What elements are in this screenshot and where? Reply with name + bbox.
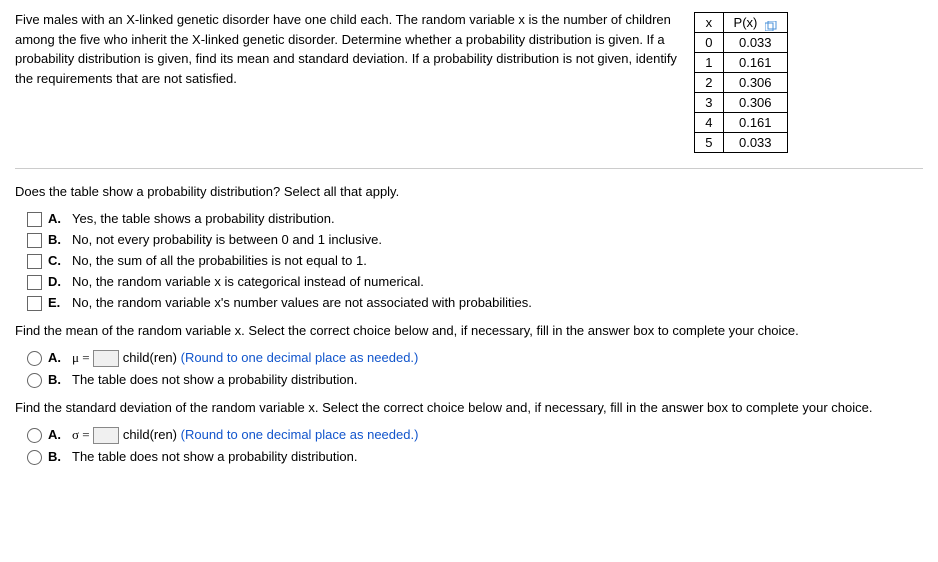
cell: 3: [695, 93, 723, 113]
radio-q3-a[interactable]: [27, 428, 42, 443]
opt-text: No, the random variable x's number value…: [72, 295, 532, 310]
opt-letter: B.: [48, 372, 66, 387]
opt-text: Yes, the table shows a probability distr…: [72, 211, 335, 226]
radio-q2-a[interactable]: [27, 351, 42, 366]
opt-letter: A.: [48, 427, 66, 442]
opt-text: The table does not show a probability di…: [72, 449, 357, 464]
radio-q2-b[interactable]: [27, 373, 42, 388]
probability-table: x P(x) 00.033 10.161 20.306 30.306 40.16…: [694, 12, 788, 153]
opt-text: No, the sum of all the probabilities is …: [72, 253, 367, 268]
q1-prompt: Does the table show a probability distri…: [15, 184, 923, 199]
checkbox-b[interactable]: [27, 233, 42, 248]
opt-letter: E.: [48, 295, 66, 310]
cell: 0.033: [723, 33, 787, 53]
opt-text: The table does not show a probability di…: [72, 372, 357, 387]
cell: 0.306: [723, 73, 787, 93]
cell: 5: [695, 133, 723, 153]
opt-letter: C.: [48, 253, 66, 268]
radio-q3-b[interactable]: [27, 450, 42, 465]
checkbox-c[interactable]: [27, 254, 42, 269]
opt-content: μ = child(ren) (Round to one decimal pla…: [72, 350, 418, 367]
opt-letter: A.: [48, 350, 66, 365]
opt-letter: A.: [48, 211, 66, 226]
cell: 1: [695, 53, 723, 73]
q2-prompt: Find the mean of the random variable x. …: [15, 323, 923, 338]
question-text: Five males with an X-linked genetic diso…: [15, 10, 679, 88]
checkbox-a[interactable]: [27, 212, 42, 227]
opt-letter: B.: [48, 449, 66, 464]
stddev-input[interactable]: [93, 427, 119, 444]
th-x: x: [695, 13, 723, 33]
opt-letter: B.: [48, 232, 66, 247]
cell: 0: [695, 33, 723, 53]
mean-input[interactable]: [93, 350, 119, 367]
cell: 0.306: [723, 93, 787, 113]
checkbox-e[interactable]: [27, 296, 42, 311]
divider: [15, 168, 923, 169]
cell: 0.161: [723, 53, 787, 73]
opt-text: No, not every probability is between 0 a…: [72, 232, 382, 247]
checkbox-d[interactable]: [27, 275, 42, 290]
th-px: P(x): [723, 13, 787, 33]
cell: 0.033: [723, 133, 787, 153]
cell: 4: [695, 113, 723, 133]
opt-text: No, the random variable x is categorical…: [72, 274, 424, 289]
cell: 0.161: [723, 113, 787, 133]
opt-letter: D.: [48, 274, 66, 289]
opt-content: σ = child(ren) (Round to one decimal pla…: [72, 427, 418, 444]
copy-icon[interactable]: [765, 19, 777, 29]
cell: 2: [695, 73, 723, 93]
q3-prompt: Find the standard deviation of the rando…: [15, 400, 923, 415]
